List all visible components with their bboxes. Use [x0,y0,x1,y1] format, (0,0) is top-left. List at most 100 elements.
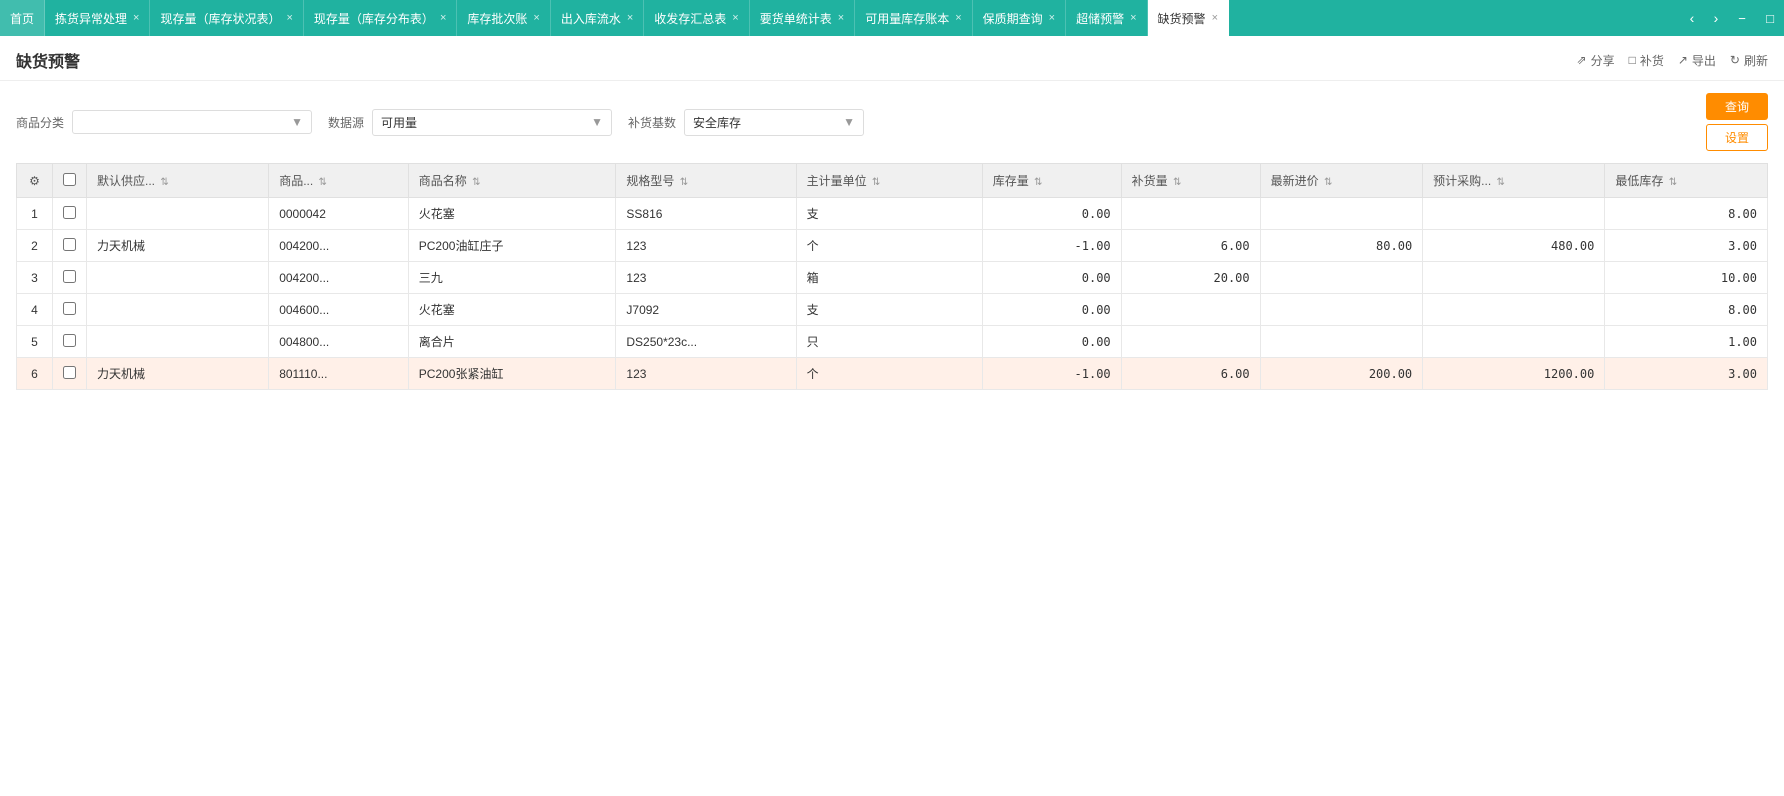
tab-close-avail[interactable]: × [955,12,961,24]
row-stock-4: 0.00 [982,294,1121,326]
row-select-1[interactable] [63,206,76,219]
row-supplier-6: 力天机械 [87,358,269,390]
col-latest-price[interactable]: 最新进价 ⇅ [1260,164,1423,198]
row-unit-5: 只 [796,326,982,358]
select-all-checkbox[interactable] [63,173,76,186]
refresh-button[interactable]: ↻ 刷新 [1730,52,1768,69]
row-checkbox-1[interactable] [53,198,87,230]
sort-icon-spec: ⇅ [680,177,688,188]
replenish-base-select[interactable]: 安全库存 ▼ [684,109,864,136]
row-supplier-2: 力天机械 [87,230,269,262]
page-container: 缺货预警 ⇗ 分享 □ 补货 ↗ 导出 ↻ 刷新 商品分类 [0,36,1784,796]
col-replenish[interactable]: 补货量 ⇅ [1121,164,1260,198]
sort-icon-est: ⇅ [1497,177,1505,188]
data-source-select[interactable]: 可用量 ▼ [372,109,612,136]
settings-button[interactable]: 设置 [1706,124,1768,151]
table-body: 1 0000042 火花塞 SS816 支 0.00 8.00 2 力天机械 0… [17,198,1768,390]
row-spec-3: 123 [616,262,796,294]
row-name-5: 离合片 [408,326,616,358]
tab-next-button[interactable]: › [1704,10,1728,26]
tab-minimize-button[interactable]: − [1728,0,1756,36]
col-settings[interactable]: ⚙ [17,164,53,198]
row-select-3[interactable] [63,270,76,283]
row-select-5[interactable] [63,334,76,347]
col-est-purchase[interactable]: 预计采购... ⇅ [1423,164,1605,198]
tab-close-inout[interactable]: × [627,12,633,24]
row-stock-1: 0.00 [982,198,1121,230]
row-name-2: PC200油缸庄子 [408,230,616,262]
row-index-4: 4 [17,294,53,326]
row-unit-3: 箱 [796,262,982,294]
tab-maximize-button[interactable]: □ [1756,0,1784,36]
replenish-button[interactable]: □ 补货 [1629,52,1664,69]
export-button[interactable]: ↗ 导出 [1678,52,1716,69]
row-unit-6: 个 [796,358,982,390]
query-button[interactable]: 查询 [1706,93,1768,120]
tab-expiry[interactable]: 保质期查询 × [973,0,1066,36]
tab-close-shortage[interactable]: × [1212,12,1218,24]
row-checkbox-5[interactable] [53,326,87,358]
row-checkbox-6[interactable] [53,358,87,390]
table-container: ⚙ 默认供应... ⇅ 商品... ⇅ 商品名称 ⇅ [0,163,1784,406]
col-stock[interactable]: 库存量 ⇅ [982,164,1121,198]
col-spec[interactable]: 规格型号 ⇅ [616,164,796,198]
row-select-4[interactable] [63,302,76,315]
row-spec-1: SS816 [616,198,796,230]
tab-home[interactable]: 首页 [0,0,45,36]
row-replenish-6: 6.00 [1121,358,1260,390]
share-button[interactable]: ⇗ 分享 [1577,52,1615,69]
row-index-6: 6 [17,358,53,390]
tab-close-expiry[interactable]: × [1049,12,1055,24]
replenish-base-label: 补货基数 [628,114,676,131]
tab-shortage[interactable]: 缺货预警 × [1148,0,1229,36]
tab-inventory-dist[interactable]: 现存量（库存分布表） × [304,0,457,36]
tab-collect-summary[interactable]: 收发存汇总表 × [644,0,749,36]
col-product-name[interactable]: 商品名称 ⇅ [408,164,616,198]
refresh-icon: ↻ [1730,53,1740,67]
tab-close-overstock[interactable]: × [1130,12,1136,24]
row-select-6[interactable] [63,366,76,379]
tab-close-inv-dist[interactable]: × [440,12,446,24]
tab-overstock[interactable]: 超储预警 × [1066,0,1147,36]
tab-close-collect[interactable]: × [732,12,738,24]
col-default-supplier[interactable]: 默认供应... ⇅ [87,164,269,198]
tab-available-ledger[interactable]: 可用量库存账本 × [855,0,972,36]
table-row: 1 0000042 火花塞 SS816 支 0.00 8.00 [17,198,1768,230]
row-stock-3: 0.00 [982,262,1121,294]
category-arrow-icon: ▼ [291,115,303,129]
category-select[interactable]: ▼ [72,110,312,134]
row-checkbox-2[interactable] [53,230,87,262]
row-replenish-2: 6.00 [1121,230,1260,262]
tab-close-abnormal[interactable]: × [133,12,139,24]
replenish-icon: □ [1629,53,1636,67]
row-replenish-5 [1121,326,1260,358]
row-index-1: 1 [17,198,53,230]
tab-close-batch[interactable]: × [533,12,539,24]
tab-abnormal[interactable]: 拣货异常处理 × [45,0,150,36]
row-est-5 [1423,326,1605,358]
tab-close-order[interactable]: × [838,12,844,24]
col-unit[interactable]: 主计量单位 ⇅ [796,164,982,198]
tab-order-stats[interactable]: 要货单统计表 × [750,0,855,36]
row-name-1: 火花塞 [408,198,616,230]
row-index-3: 3 [17,262,53,294]
col-min-stock[interactable]: 最低库存 ⇅ [1605,164,1768,198]
tab-batch[interactable]: 库存批次账 × [457,0,550,36]
row-select-2[interactable] [63,238,76,251]
row-name-4: 火花塞 [408,294,616,326]
row-est-1 [1423,198,1605,230]
tab-close-inv-status[interactable]: × [286,12,292,24]
row-code-3: 004200... [269,262,409,294]
tab-inventory-status[interactable]: 现存量（库存状况表） × [150,0,303,36]
tab-prev-button[interactable]: ‹ [1680,10,1704,26]
tab-inout-flow[interactable]: 出入库流水 × [551,0,644,36]
col-checkbox[interactable] [53,164,87,198]
row-spec-4: J7092 [616,294,796,326]
row-checkbox-3[interactable] [53,262,87,294]
row-checkbox-4[interactable] [53,294,87,326]
row-minstock-1: 8.00 [1605,198,1768,230]
row-est-2: 480.00 [1423,230,1605,262]
col-product-code[interactable]: 商品... ⇅ [269,164,409,198]
data-source-filter-group: 数据源 可用量 ▼ [328,109,612,136]
tab-bar: 首页 拣货异常处理 × 现存量（库存状况表） × 现存量（库存分布表） × 库存… [0,0,1784,36]
